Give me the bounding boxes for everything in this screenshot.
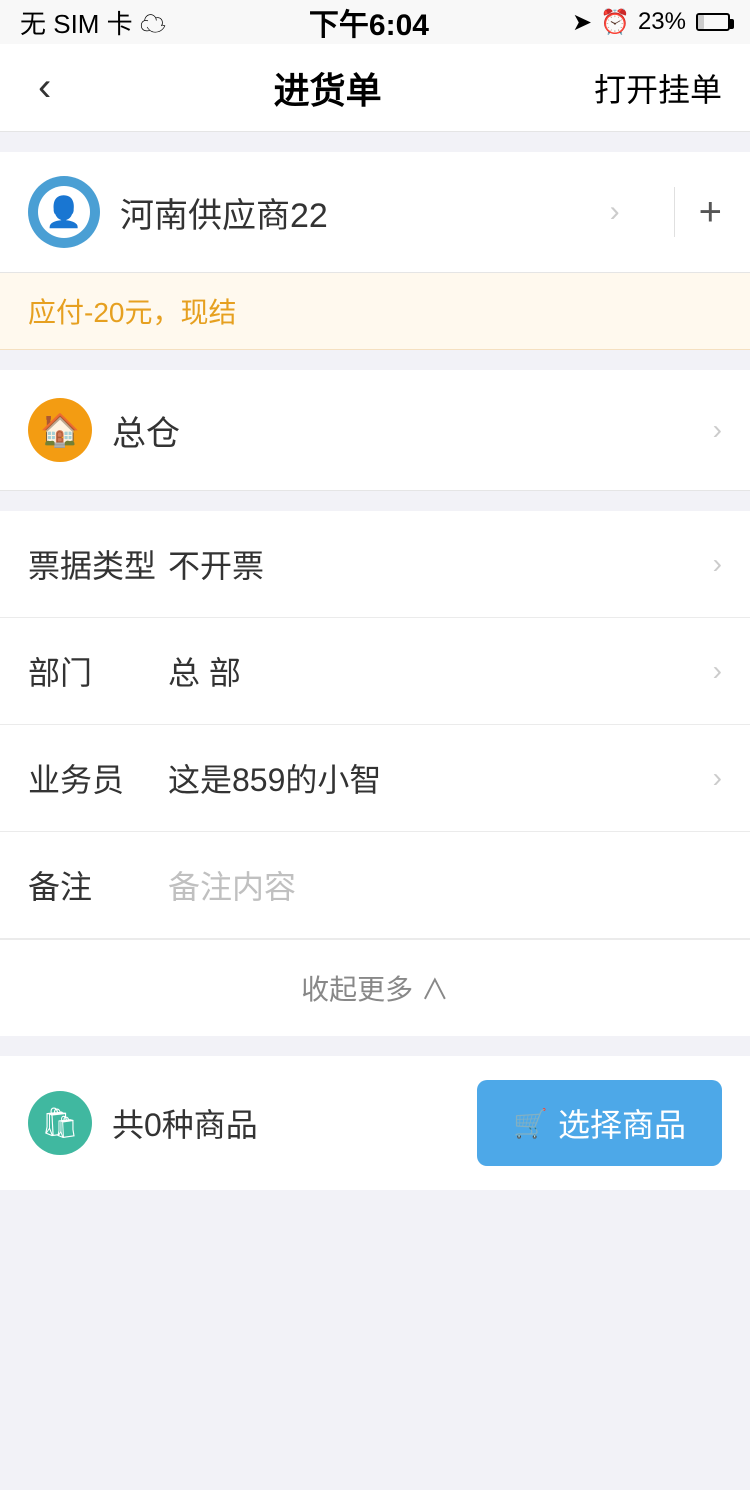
supplier-name: 河南供应商22 bbox=[120, 188, 610, 237]
invoice-type-row[interactable]: 票据类型 不开票 › bbox=[0, 511, 750, 618]
cart-icon-wrap: 🛍 bbox=[28, 1091, 92, 1155]
product-count-label: 共0种商品 bbox=[112, 1100, 477, 1146]
department-value: 总 部 bbox=[168, 648, 713, 694]
page-title: 进货单 bbox=[274, 62, 382, 114]
invoice-type-label: 票据类型 bbox=[28, 541, 168, 587]
location-icon: ➤ bbox=[572, 8, 592, 37]
salesperson-chevron-icon: › bbox=[713, 762, 722, 794]
status-left: 无 SIM 卡 ☁ bbox=[20, 4, 166, 41]
nav-bar: ‹ 进货单 打开挂单 bbox=[0, 44, 750, 132]
salesperson-label: 业务员 bbox=[28, 755, 168, 801]
supplier-divider bbox=[674, 187, 675, 237]
salesperson-value: 这是859的小智 bbox=[168, 755, 713, 801]
department-chevron-icon: › bbox=[713, 655, 722, 687]
supplier-avatar: 👤 bbox=[28, 176, 100, 248]
supplier-row[interactable]: 👤 河南供应商22 › + bbox=[0, 152, 750, 273]
form-section: 票据类型 不开票 › 部门 总 部 › 业务员 这是859的小智 › 备注 备注… bbox=[0, 511, 750, 1036]
cart-icon: 🛍 bbox=[41, 1106, 79, 1141]
person-icon: 👤 bbox=[45, 195, 82, 230]
salesperson-row[interactable]: 业务员 这是859的小智 › bbox=[0, 725, 750, 832]
department-label: 部门 bbox=[28, 648, 168, 694]
supplier-chevron-icon: › bbox=[610, 195, 620, 229]
status-time: 下午6:04 bbox=[309, 0, 429, 44]
avatar-inner: 👤 bbox=[38, 186, 90, 238]
warehouse-icon: 🏠 bbox=[40, 411, 80, 449]
section-gap-2 bbox=[0, 350, 750, 370]
warehouse-name: 总仓 bbox=[112, 406, 713, 455]
remark-label: 备注 bbox=[28, 862, 168, 908]
warehouse-icon-wrap: 🏠 bbox=[28, 398, 92, 462]
collapse-button[interactable]: 收起更多 ∧ bbox=[0, 939, 750, 1036]
page-background bbox=[0, 1190, 750, 1490]
status-right: ➤ ⏰ 23% bbox=[572, 8, 730, 37]
bottom-bar: 🛍 共0种商品 🛒 选择商品 bbox=[0, 1056, 750, 1190]
section-gap-1 bbox=[0, 132, 750, 152]
select-product-button[interactable]: 🛒 选择商品 bbox=[477, 1080, 722, 1166]
department-row[interactable]: 部门 总 部 › bbox=[0, 618, 750, 725]
warehouse-row[interactable]: 🏠 总仓 › bbox=[0, 370, 750, 491]
select-product-icon: 🛒 bbox=[513, 1107, 548, 1140]
status-bar: 无 SIM 卡 ☁ 下午6:04 ➤ ⏰ 23% bbox=[0, 0, 750, 44]
open-pending-button[interactable]: 打开挂单 bbox=[594, 65, 722, 111]
signal-text: 无 SIM 卡 ☁ bbox=[20, 4, 166, 41]
battery-text: 23% bbox=[638, 8, 686, 36]
warehouse-chevron-icon: › bbox=[713, 414, 722, 446]
section-gap-3 bbox=[0, 491, 750, 511]
alert-banner: 应付-20元，现结 bbox=[0, 273, 750, 350]
invoice-type-chevron-icon: › bbox=[713, 548, 722, 580]
bottom-section-gap bbox=[0, 1036, 750, 1056]
supplier-section: 👤 河南供应商22 › + 应付-20元，现结 bbox=[0, 152, 750, 350]
back-button[interactable]: ‹ bbox=[28, 55, 61, 120]
remark-row[interactable]: 备注 备注内容 bbox=[0, 832, 750, 939]
invoice-type-value: 不开票 bbox=[168, 541, 713, 587]
add-supplier-button[interactable]: + bbox=[699, 190, 722, 235]
remark-input[interactable]: 备注内容 bbox=[168, 862, 722, 908]
select-product-label: 选择商品 bbox=[558, 1100, 686, 1146]
alarm-icon: ⏰ bbox=[600, 8, 630, 37]
battery-icon bbox=[696, 13, 730, 31]
